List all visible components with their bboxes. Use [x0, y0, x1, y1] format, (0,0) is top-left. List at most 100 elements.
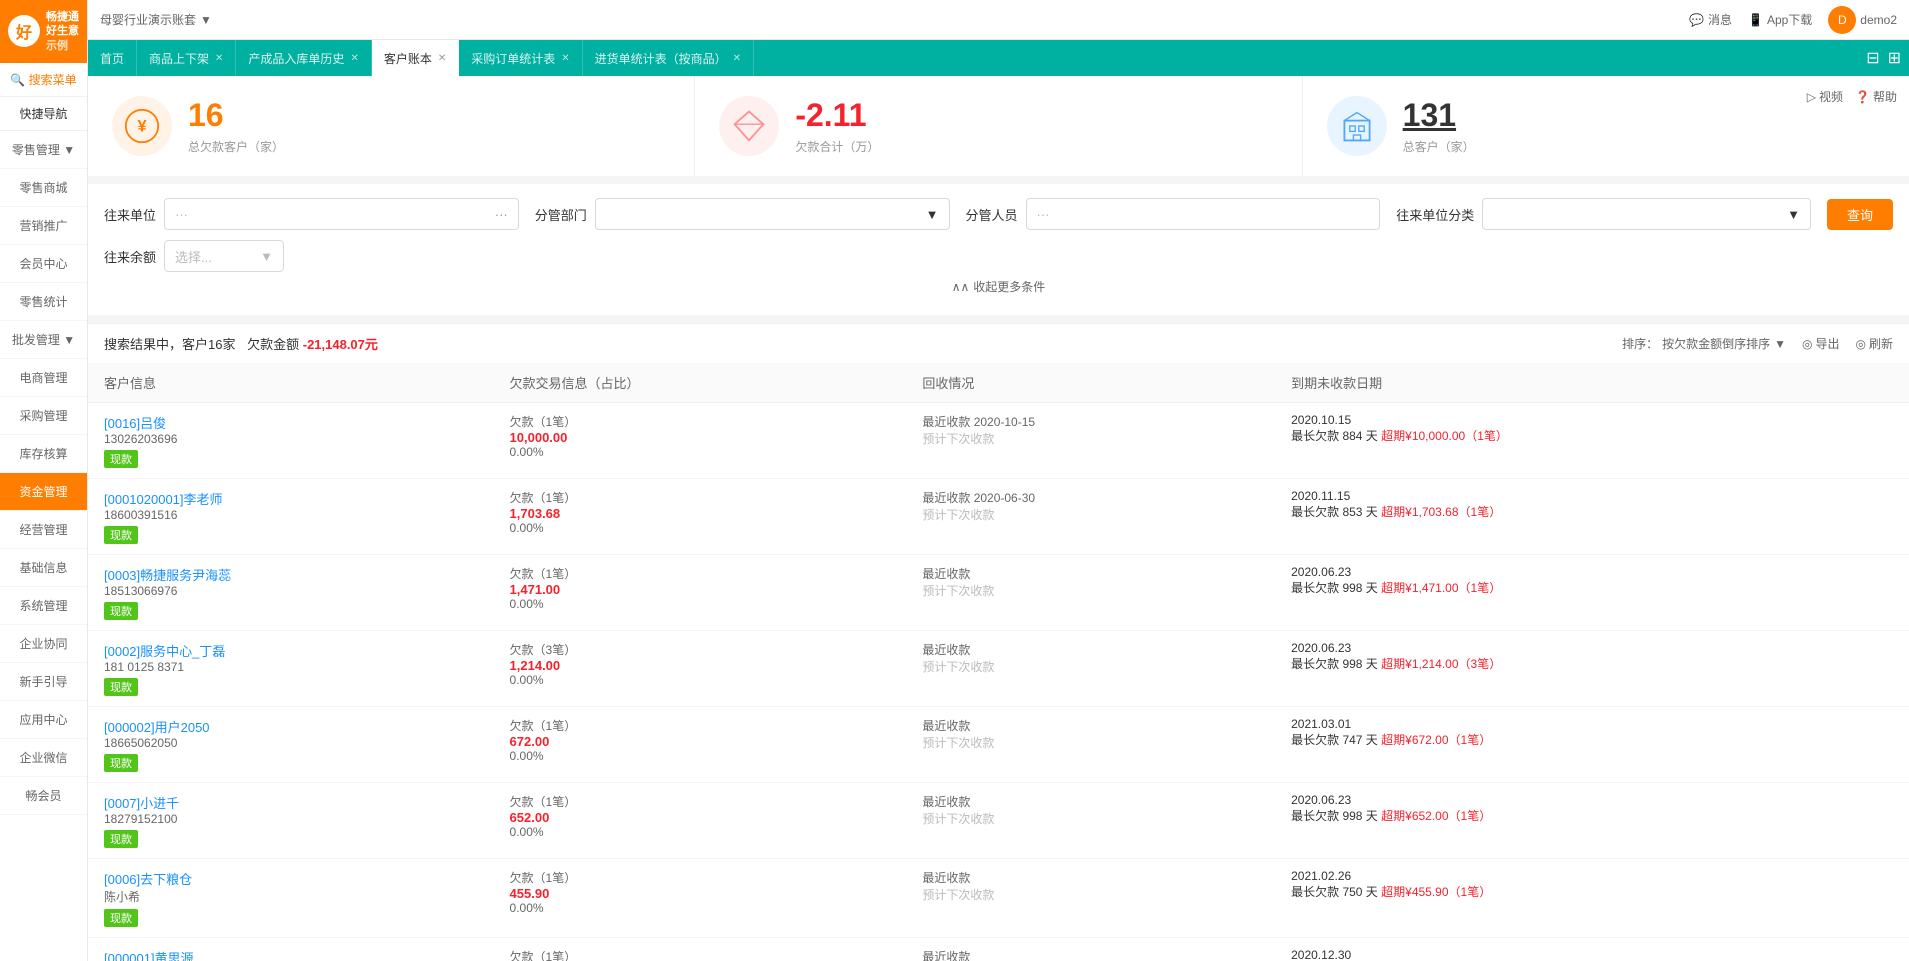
tab-purchase-summary-by-product-close[interactable]: ✕ [733, 53, 741, 64]
cell-recovery-1: 最近收款 2020-06-30 预计下次收款 [906, 479, 1275, 555]
stat-info-total-customers: 131 总客户（家） [1403, 97, 1475, 155]
sidebar-item-inventory[interactable]: 库存核算 [0, 435, 87, 473]
overdue-link-1[interactable]: 超期¥1,703.68（1笔） [1381, 505, 1501, 519]
cell-recovery-0: 最近收款 2020-10-15 预计下次收款 [906, 403, 1275, 479]
quick-nav[interactable]: 快捷导航 [0, 97, 87, 131]
page-content: ¥ 16 总欠款客户（家） -2. [88, 76, 1909, 961]
customer-name-link-1[interactable]: [0001020001]李老师 [104, 492, 223, 507]
sidebar-item-member-vip[interactable]: 畅会员 [0, 777, 87, 815]
sidebar: 好 畅捷通好生意 示例 🔍 搜索菜单 快捷导航 零售管理 ▼ 零售商城 营销推广… [0, 0, 88, 961]
table-row: [0006]去下粮仓 陈小希 现款 欠款（1笔） 455.90 0.00% 最近… [88, 859, 1909, 938]
topbar-left: 母婴行业演示账套 ▼ [100, 11, 212, 28]
sidebar-item-app-center[interactable]: 应用中心 [0, 701, 87, 739]
tab-expand-icon[interactable]: ⊞ [1888, 48, 1901, 68]
sidebar-item-basic-info[interactable]: 基础信息 [0, 549, 87, 587]
debt-amount-6[interactable]: 455.90 [510, 886, 891, 901]
overdue-link-0[interactable]: 超期¥10,000.00（1笔） [1381, 429, 1508, 443]
debt-amount-5[interactable]: 652.00 [510, 810, 891, 825]
customer-name-link-6[interactable]: [0006]去下粮仓 [104, 872, 192, 887]
customer-name-link-3[interactable]: [0002]服务中心_丁磊 [104, 644, 225, 659]
stat-number-debt-amount: -2.11 [795, 97, 879, 134]
app-download-item[interactable]: 📱 App下载 [1748, 11, 1812, 28]
sidebar-item-label: 新手引导 [4, 673, 83, 690]
user-item[interactable]: D demo2 [1828, 6, 1897, 34]
sidebar-item-batch-mgmt[interactable]: 批发管理 ▼ [0, 321, 87, 359]
sidebar-item-operations-mgmt[interactable]: 经营管理 [0, 511, 87, 549]
tab-product-history-close[interactable]: ✕ [350, 53, 358, 64]
sidebar-item-enterprise-wechat[interactable]: 企业微信 [0, 739, 87, 777]
col-debt-info: 欠款交易信息（占比） [494, 363, 907, 403]
tab-product-offline-close[interactable]: ✕ [215, 53, 223, 64]
query-button[interactable]: 查询 [1827, 199, 1893, 230]
recent-payment-2: 最近收款 [922, 565, 1259, 582]
filter-input-source-unit[interactable]: ··· [164, 198, 519, 230]
tab-home[interactable]: 首页 [88, 40, 137, 76]
logo-subtitle: 示例 [46, 39, 79, 53]
debt-amount-3[interactable]: 1,214.00 [510, 658, 891, 673]
debt-amount-0[interactable]: 10,000.00 [510, 430, 891, 445]
filter-label-remaining: 往来余额 [104, 247, 156, 266]
customer-name-link-0[interactable]: [0016]吕俊 [104, 416, 166, 431]
debt-amount-2[interactable]: 1,471.00 [510, 582, 891, 597]
sidebar-item-new-guide[interactable]: 新手引导 [0, 663, 87, 701]
sidebar-item-purchase-mgmt[interactable]: 采购管理 [0, 397, 87, 435]
tab-customer-account-label: 客户账本 [384, 50, 432, 67]
cell-customer-info-7: [000001]黄思源 13552700226 现款 [88, 938, 494, 961]
sidebar-item-enterprise-collab[interactable]: 企业协同 [0, 625, 87, 663]
overdue-link-5[interactable]: 超期¥652.00（1笔） [1381, 809, 1491, 823]
refresh-action[interactable]: ◎ 刷新 [1856, 335, 1894, 352]
tab-purchase-order-summary-close[interactable]: ✕ [561, 53, 569, 64]
debt-count-4: 欠款（1笔） [510, 717, 891, 734]
stat-info-debt-customers: 16 总欠款客户（家） [188, 97, 284, 155]
overdue-link-2[interactable]: 超期¥1,471.00（1笔） [1381, 581, 1501, 595]
next-payment-2: 预计下次收款 [922, 582, 1259, 599]
customer-name-link-2[interactable]: [0003]畅捷服务尹海蕊 [104, 568, 231, 583]
customer-name-link-7[interactable]: [000001]黄思源 [104, 951, 194, 961]
search-menu[interactable]: 🔍 搜索菜单 [0, 63, 87, 97]
export-action[interactable]: ◎ 导出 [1802, 335, 1840, 352]
overdue-link-3[interactable]: 超期¥1,214.00（3笔） [1381, 657, 1501, 671]
tab-purchase-order-summary[interactable]: 采购订单统计表 ✕ [459, 40, 582, 76]
filter-input-manager[interactable]: ··· [1026, 198, 1381, 230]
cell-due-date-4: 2021.03.01 最长欠款 747 天 超期¥672.00（1笔） [1275, 707, 1909, 783]
sidebar-item-retail-mgmt[interactable]: 零售管理 ▼ [0, 131, 87, 169]
result-debt-label: 欠款金额 [247, 337, 303, 352]
sidebar-item-retail-stats[interactable]: 零售统计 [0, 283, 87, 321]
video-action[interactable]: ▷ 视频 [1807, 88, 1843, 105]
next-payment-1: 预计下次收款 [922, 506, 1259, 523]
debt-amount-1[interactable]: 1,703.68 [510, 506, 891, 521]
tab-customer-account-close[interactable]: ✕ [438, 53, 446, 64]
help-action[interactable]: ❓ 帮助 [1855, 88, 1897, 105]
message-item[interactable]: 💬 消息 [1689, 11, 1732, 28]
tab-minimize-icon[interactable]: ⊟ [1866, 48, 1879, 68]
company-selector[interactable]: 母婴行业演示账套 ▼ [100, 11, 212, 28]
sidebar-item-label: 零售商城 [4, 179, 83, 196]
filter-select-department[interactable]: ▼ [595, 198, 950, 230]
main-content: 母婴行业演示账套 ▼ 💬 消息 📱 App下载 D demo2 首页 商品上下架 [88, 0, 1909, 961]
customer-name-link-5[interactable]: [0007]小进千 [104, 796, 179, 811]
tab-product-offline[interactable]: 商品上下架 ✕ [137, 40, 236, 76]
sidebar-item-label: 会员中心 [4, 255, 83, 272]
customer-phone-0: 13026203696 [104, 432, 478, 446]
overdue-link-4[interactable]: 超期¥672.00（1笔） [1381, 733, 1491, 747]
cell-debt-info-3: 欠款（3笔） 1,214.00 0.00% [494, 631, 907, 707]
filter-select-source-unit-class[interactable]: ▼ [1482, 198, 1811, 230]
tab-purchase-summary-by-product[interactable]: 进货单统计表（按商品） ✕ [583, 40, 754, 76]
sort-dropdown[interactable]: 排序： 按欠款金额倒序排序 ▼ [1622, 335, 1786, 352]
filter-select-remaining[interactable]: 选择... ▼ [164, 240, 284, 272]
tab-customer-account[interactable]: 客户账本 ✕ [372, 40, 459, 76]
debt-amount-4[interactable]: 672.00 [510, 734, 891, 749]
refresh-label: 刷新 [1869, 335, 1893, 352]
sidebar-item-finance-mgmt[interactable]: 资金管理 [0, 473, 87, 511]
sidebar-item-system-mgmt[interactable]: 系统管理 [0, 587, 87, 625]
sidebar-item-marketing[interactable]: 营销推广 [0, 207, 87, 245]
collapse-more-btn[interactable]: ∧∧ 收起更多条件 [104, 272, 1893, 301]
sidebar-item-ecommerce-mgmt[interactable]: 电商管理 [0, 359, 87, 397]
customer-name-link-4[interactable]: [000002]用户2050 [104, 720, 210, 735]
sidebar-item-member-center[interactable]: 会员中心 [0, 245, 87, 283]
stat-card-debt-customers: ¥ 16 总欠款客户（家） [88, 76, 695, 176]
tab-product-history[interactable]: 产成品入库单历史 ✕ [236, 40, 371, 76]
overdue-link-6[interactable]: 超期¥455.90（1笔） [1381, 885, 1491, 899]
sidebar-item-retail-mall[interactable]: 零售商城 [0, 169, 87, 207]
debt-count-1: 欠款（1笔） [510, 489, 891, 506]
